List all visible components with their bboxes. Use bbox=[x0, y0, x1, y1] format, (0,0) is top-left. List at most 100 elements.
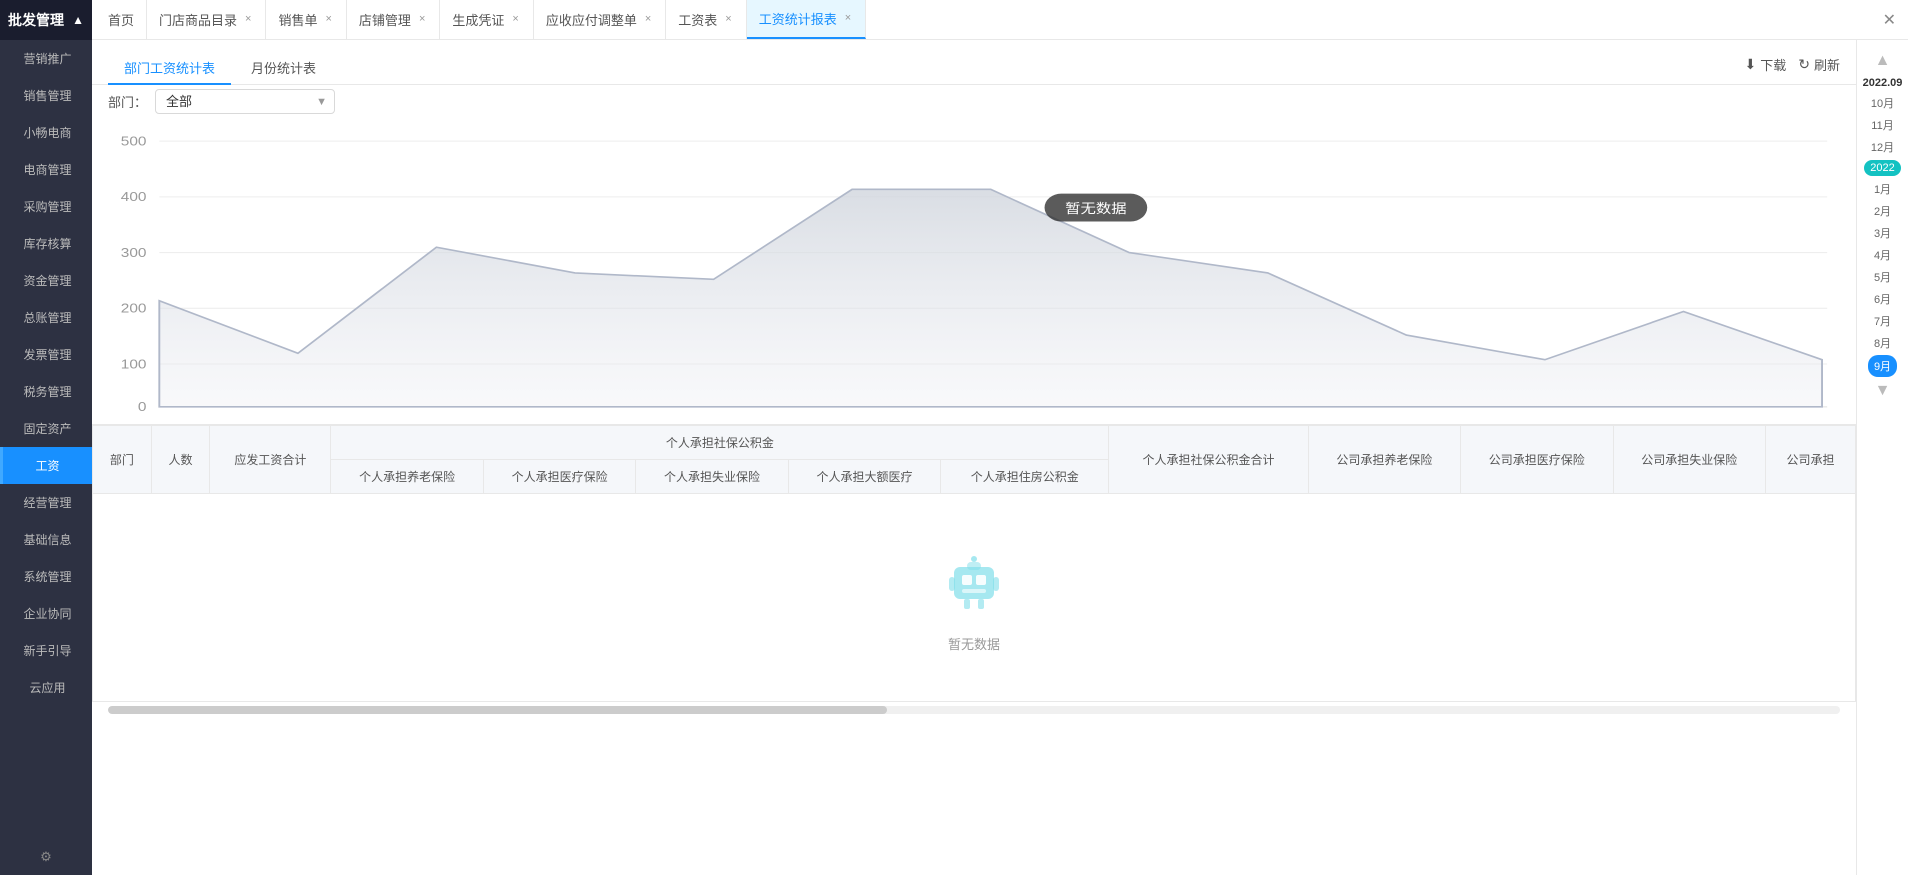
tabs-container: 首页门店商品目录×销售单×店铺管理×生成凭证×应收应付调整单×工资表×工资统计报… bbox=[96, 0, 866, 39]
tab-label-4: 生成凭证 bbox=[452, 10, 504, 29]
sidebar-item-6[interactable]: 资金管理 bbox=[0, 262, 92, 299]
col-personal-medical: 个人承担医疗保险 bbox=[483, 460, 635, 494]
refresh-button[interactable]: ↻ 刷新 bbox=[1798, 55, 1840, 74]
svg-text:400: 400 bbox=[121, 190, 147, 205]
sidebar-item-17[interactable]: 云应用 bbox=[0, 669, 92, 706]
tab-3[interactable]: 店铺管理 × bbox=[347, 0, 440, 39]
horizontal-scrollbar[interactable] bbox=[108, 706, 1840, 714]
timeline-jul[interactable]: 7月 bbox=[1857, 310, 1908, 332]
main-area: 首页门店商品目录×销售单×店铺管理×生成凭证×应收应付调整单×工资表×工资统计报… bbox=[92, 0, 1908, 875]
tab-4[interactable]: 生成凭证 × bbox=[440, 0, 533, 39]
sidebar-item-4[interactable]: 采购管理 bbox=[0, 188, 92, 225]
dept-filter-label: 部门： bbox=[108, 92, 147, 111]
settings-button[interactable]: ⚙ bbox=[0, 839, 92, 875]
tab-5[interactable]: 应收应付调整单 × bbox=[534, 0, 666, 39]
tab-label-3: 店铺管理 bbox=[359, 10, 411, 29]
sidebar-item-11[interactable]: 工资 bbox=[0, 447, 92, 484]
timeline-feb[interactable]: 2月 bbox=[1857, 200, 1908, 222]
col-personal-pension: 个人承担养老保险 bbox=[331, 460, 483, 494]
timeline-apr[interactable]: 4月 bbox=[1857, 244, 1908, 266]
tab-7[interactable]: 工资统计报表× bbox=[747, 0, 866, 39]
table-container: 部门 人数 应发工资合计 个人承担社保公积金 个人承担社保公积金合计 公司承担养… bbox=[92, 424, 1856, 875]
sidebar-item-2[interactable]: 小畅电商 bbox=[0, 114, 92, 151]
tab-label-6: 工资表 bbox=[678, 10, 717, 29]
chart-container: 500 400 300 200 100 0 bbox=[92, 124, 1856, 424]
timeline-jun[interactable]: 6月 bbox=[1857, 288, 1908, 310]
timeline-aug[interactable]: 8月 bbox=[1857, 332, 1908, 354]
timeline-may[interactable]: 5月 bbox=[1857, 266, 1908, 288]
tab-1[interactable]: 门店商品目录 × bbox=[147, 0, 266, 39]
timeline-year-2022-label: 2022.09 bbox=[1857, 74, 1908, 92]
tab-close-6[interactable]: × bbox=[723, 13, 733, 26]
col-dept: 部门 bbox=[93, 426, 152, 494]
sidebar-header[interactable]: 批发管理 ▲ bbox=[0, 0, 92, 40]
tab-6[interactable]: 工资表 × bbox=[666, 0, 746, 39]
timeline-jan[interactable]: 1月 bbox=[1857, 178, 1908, 200]
col-group-personal: 个人承担社保公积金 bbox=[331, 426, 1109, 460]
timeline-dec[interactable]: 12月 bbox=[1857, 136, 1908, 158]
sidebar-item-7[interactable]: 总账管理 bbox=[0, 299, 92, 336]
timeline-oct[interactable]: 10月 bbox=[1857, 92, 1908, 114]
tab-label-2: 销售单 bbox=[278, 10, 317, 29]
empty-state: 暂无数据 bbox=[103, 502, 1845, 693]
download-label: 下载 bbox=[1760, 55, 1786, 74]
tab-close-5[interactable]: × bbox=[643, 13, 653, 26]
refresh-label: 刷新 bbox=[1814, 55, 1840, 74]
sidebar: 批发管理 ▲ 营销推广销售管理小畅电商电商管理采购管理库存核算资金管理总账管理发… bbox=[0, 0, 92, 875]
svg-text:暂无数据: 暂无数据 bbox=[1065, 202, 1127, 217]
sidebar-item-12[interactable]: 经营管理 bbox=[0, 484, 92, 521]
tab-close-2[interactable]: × bbox=[323, 13, 333, 26]
sidebar-item-9[interactable]: 税务管理 bbox=[0, 373, 92, 410]
timeline-mar[interactable]: 3月 bbox=[1857, 222, 1908, 244]
svg-text:500: 500 bbox=[121, 135, 147, 150]
tab-2[interactable]: 销售单 × bbox=[266, 0, 346, 39]
sub-tab-month[interactable]: 月份统计表 bbox=[235, 52, 332, 85]
timeline-nov[interactable]: 11月 bbox=[1857, 114, 1908, 136]
sidebar-toggle-icon[interactable]: ▲ bbox=[72, 13, 84, 27]
svg-text:100: 100 bbox=[121, 357, 147, 372]
dept-select-wrapper: 全部 ▼ bbox=[155, 89, 335, 114]
tab-close-3[interactable]: × bbox=[417, 13, 427, 26]
scrollbar-thumb[interactable] bbox=[108, 706, 887, 714]
col-company-unemploy: 公司承担失业保险 bbox=[1613, 426, 1765, 494]
svg-text:300: 300 bbox=[121, 246, 147, 261]
tab-0[interactable]: 首页 bbox=[96, 0, 147, 39]
sidebar-title: 批发管理 bbox=[8, 10, 64, 30]
tab-close-1[interactable]: × bbox=[243, 13, 253, 26]
dept-select[interactable]: 全部 bbox=[155, 89, 335, 114]
tab-label-1: 门店商品目录 bbox=[159, 10, 237, 29]
download-button[interactable]: ⬇ 下载 bbox=[1745, 55, 1787, 74]
tab-label-5: 应收应付调整单 bbox=[546, 10, 637, 29]
sidebar-item-16[interactable]: 新手引导 bbox=[0, 632, 92, 669]
svg-text:200: 200 bbox=[121, 302, 147, 317]
timeline-sep[interactable]: 9月 bbox=[1868, 355, 1897, 377]
empty-text: 暂无数据 bbox=[948, 634, 1000, 653]
col-personal-housing: 个人承担住房公积金 bbox=[941, 460, 1109, 494]
timeline-year-2022[interactable]: 2022 bbox=[1864, 160, 1900, 176]
table-empty-cell: 暂无数据 bbox=[93, 494, 1856, 702]
page-content: 部门工资统计表 月份统计表 ⬇ 下载 ↻ 刷新 部门： bbox=[92, 40, 1856, 875]
chart-svg: 500 400 300 200 100 0 bbox=[108, 124, 1840, 424]
sidebar-items: 营销推广销售管理小畅电商电商管理采购管理库存核算资金管理总账管理发票管理税务管理… bbox=[0, 40, 92, 706]
content-area: 部门工资统计表 月份统计表 ⬇ 下载 ↻ 刷新 部门： bbox=[92, 40, 1908, 875]
sidebar-item-8[interactable]: 发票管理 bbox=[0, 336, 92, 373]
sidebar-item-3[interactable]: 电商管理 bbox=[0, 151, 92, 188]
sidebar-item-10[interactable]: 固定资产 bbox=[0, 410, 92, 447]
sub-tabs: 部门工资统计表 月份统计表 ⬇ 下载 ↻ 刷新 bbox=[92, 40, 1856, 85]
sidebar-item-1[interactable]: 销售管理 bbox=[0, 77, 92, 114]
timeline-up-nav[interactable]: ▲ bbox=[1871, 48, 1895, 74]
sidebar-item-13[interactable]: 基础信息 bbox=[0, 521, 92, 558]
data-table: 部门 人数 应发工资合计 个人承担社保公积金 个人承担社保公积金合计 公司承担养… bbox=[92, 425, 1856, 702]
col-company-medical: 公司承担医疗保险 bbox=[1461, 426, 1613, 494]
empty-robot-icon bbox=[934, 542, 1014, 622]
sidebar-item-14[interactable]: 系统管理 bbox=[0, 558, 92, 595]
sub-tab-dept[interactable]: 部门工资统计表 bbox=[108, 52, 231, 85]
sidebar-item-0[interactable]: 营销推广 bbox=[0, 40, 92, 77]
close-all-button[interactable]: ✕ bbox=[1875, 10, 1904, 30]
timeline-down-nav[interactable]: ▼ bbox=[1871, 378, 1895, 404]
sidebar-item-5[interactable]: 库存核算 bbox=[0, 225, 92, 262]
tab-close-7[interactable]: × bbox=[843, 12, 853, 25]
sidebar-item-15[interactable]: 企业协同 bbox=[0, 595, 92, 632]
tab-close-4[interactable]: × bbox=[510, 13, 520, 26]
col-people: 人数 bbox=[151, 426, 210, 494]
